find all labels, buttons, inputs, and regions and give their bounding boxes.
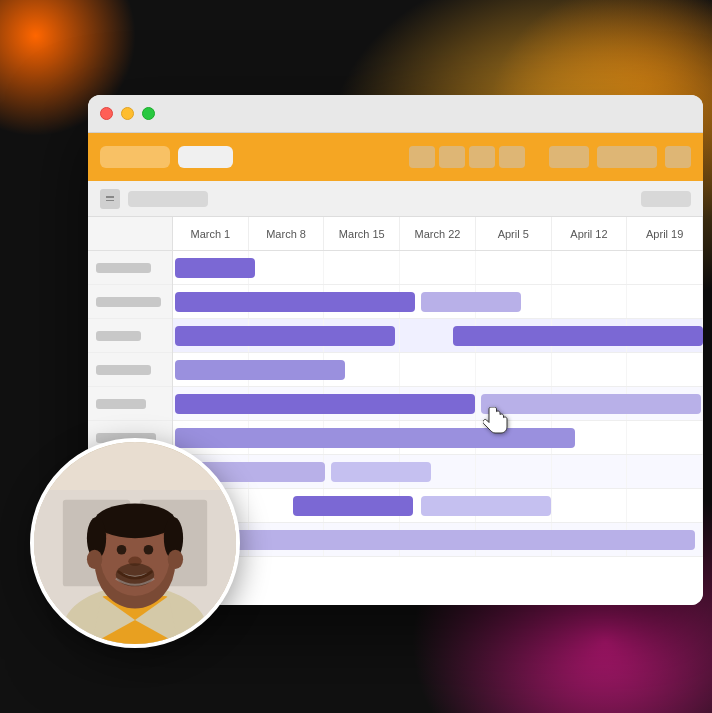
gantt-row-2[interactable] <box>173 285 703 319</box>
secondary-toolbar <box>88 181 703 217</box>
sidebar-row-3[interactable] <box>88 319 172 353</box>
row-label <box>96 365 151 375</box>
title-bar <box>88 95 703 133</box>
cell <box>627 251 703 284</box>
cell <box>552 285 628 318</box>
cell <box>552 353 628 386</box>
sidebar-row-4[interactable] <box>88 353 172 387</box>
toolbar-square-btn-2[interactable] <box>439 146 465 168</box>
gantt-bar[interactable] <box>421 292 521 312</box>
cell <box>476 455 552 488</box>
gantt-row-5[interactable] <box>173 387 703 421</box>
cell <box>476 251 552 284</box>
svg-point-10 <box>144 545 154 555</box>
cell <box>324 251 400 284</box>
sidebar-row-5[interactable] <box>88 387 172 421</box>
svg-point-17 <box>168 550 183 569</box>
date-header: March 1 March 8 March 15 March 22 April … <box>173 217 703 251</box>
gantt-row-8[interactable] <box>173 489 703 523</box>
gantt-bar[interactable] <box>453 326 703 346</box>
toolbar-square-btn-5[interactable] <box>665 146 691 168</box>
gantt-row-3[interactable] <box>173 319 703 353</box>
filter-search-bar[interactable] <box>128 191 208 207</box>
svg-point-9 <box>117 545 127 555</box>
gantt-bar[interactable] <box>331 462 431 482</box>
cell <box>552 251 628 284</box>
row-label <box>96 263 151 273</box>
date-col-4: March 22 <box>400 217 476 250</box>
gantt-bar[interactable] <box>175 428 575 448</box>
date-col-7: April 19 <box>627 217 703 250</box>
cell <box>400 353 476 386</box>
gantt-bar[interactable] <box>481 394 701 414</box>
cell <box>476 353 552 386</box>
svg-point-13 <box>95 504 176 539</box>
date-stepper[interactable] <box>100 189 120 209</box>
cell <box>627 489 703 522</box>
toolbar-square-btn-3[interactable] <box>469 146 495 168</box>
gantt-bar[interactable] <box>175 394 475 414</box>
svg-point-16 <box>87 550 102 569</box>
profile-photo <box>30 438 240 648</box>
gantt-bar[interactable] <box>175 326 395 346</box>
toolbar-rect-btn-1[interactable] <box>549 146 589 168</box>
toolbar-tab-active[interactable] <box>178 146 233 168</box>
minimize-button[interactable] <box>121 107 134 120</box>
sidebar-row-1[interactable] <box>88 251 172 285</box>
secondary-btn-1[interactable] <box>641 191 691 207</box>
gantt-bar[interactable] <box>175 258 255 278</box>
toolbar-button-group <box>409 146 525 168</box>
toolbar-tab-inactive[interactable] <box>100 146 170 168</box>
cell <box>552 455 628 488</box>
maximize-button[interactable] <box>142 107 155 120</box>
cell <box>627 353 703 386</box>
gantt-row-9[interactable] <box>173 523 703 557</box>
date-col-5: April 5 <box>476 217 552 250</box>
date-col-2: March 8 <box>249 217 325 250</box>
sidebar-row-2[interactable] <box>88 285 172 319</box>
gantt-sidebar-header <box>88 217 172 251</box>
toolbar-square-btn-1[interactable] <box>409 146 435 168</box>
gantt-row-1[interactable] <box>173 251 703 285</box>
person-avatar <box>34 442 236 644</box>
gantt-bar[interactable] <box>293 496 413 516</box>
cell <box>627 285 703 318</box>
cell <box>627 421 703 454</box>
gantt-row-7[interactable] <box>173 455 703 489</box>
cell <box>627 455 703 488</box>
gantt-row-4[interactable] <box>173 353 703 387</box>
gantt-row-6[interactable] <box>173 421 703 455</box>
cell <box>552 489 628 522</box>
gantt-bar[interactable] <box>175 530 695 550</box>
row-label <box>96 331 141 341</box>
date-col-6: April 12 <box>552 217 628 250</box>
gantt-main: March 1 March 8 March 15 March 22 April … <box>173 217 703 605</box>
row-label <box>96 297 161 307</box>
main-toolbar <box>88 133 703 181</box>
toolbar-square-btn-4[interactable] <box>499 146 525 168</box>
gantt-rows <box>173 251 703 557</box>
row-label <box>96 399 146 409</box>
gantt-bar[interactable] <box>175 292 415 312</box>
gantt-bar[interactable] <box>421 496 551 516</box>
cell <box>249 251 325 284</box>
cell <box>400 251 476 284</box>
date-col-1: March 1 <box>173 217 249 250</box>
gantt-bar[interactable] <box>175 360 345 380</box>
toolbar-rect-btn-2[interactable] <box>597 146 657 168</box>
close-button[interactable] <box>100 107 113 120</box>
date-col-3: March 15 <box>324 217 400 250</box>
